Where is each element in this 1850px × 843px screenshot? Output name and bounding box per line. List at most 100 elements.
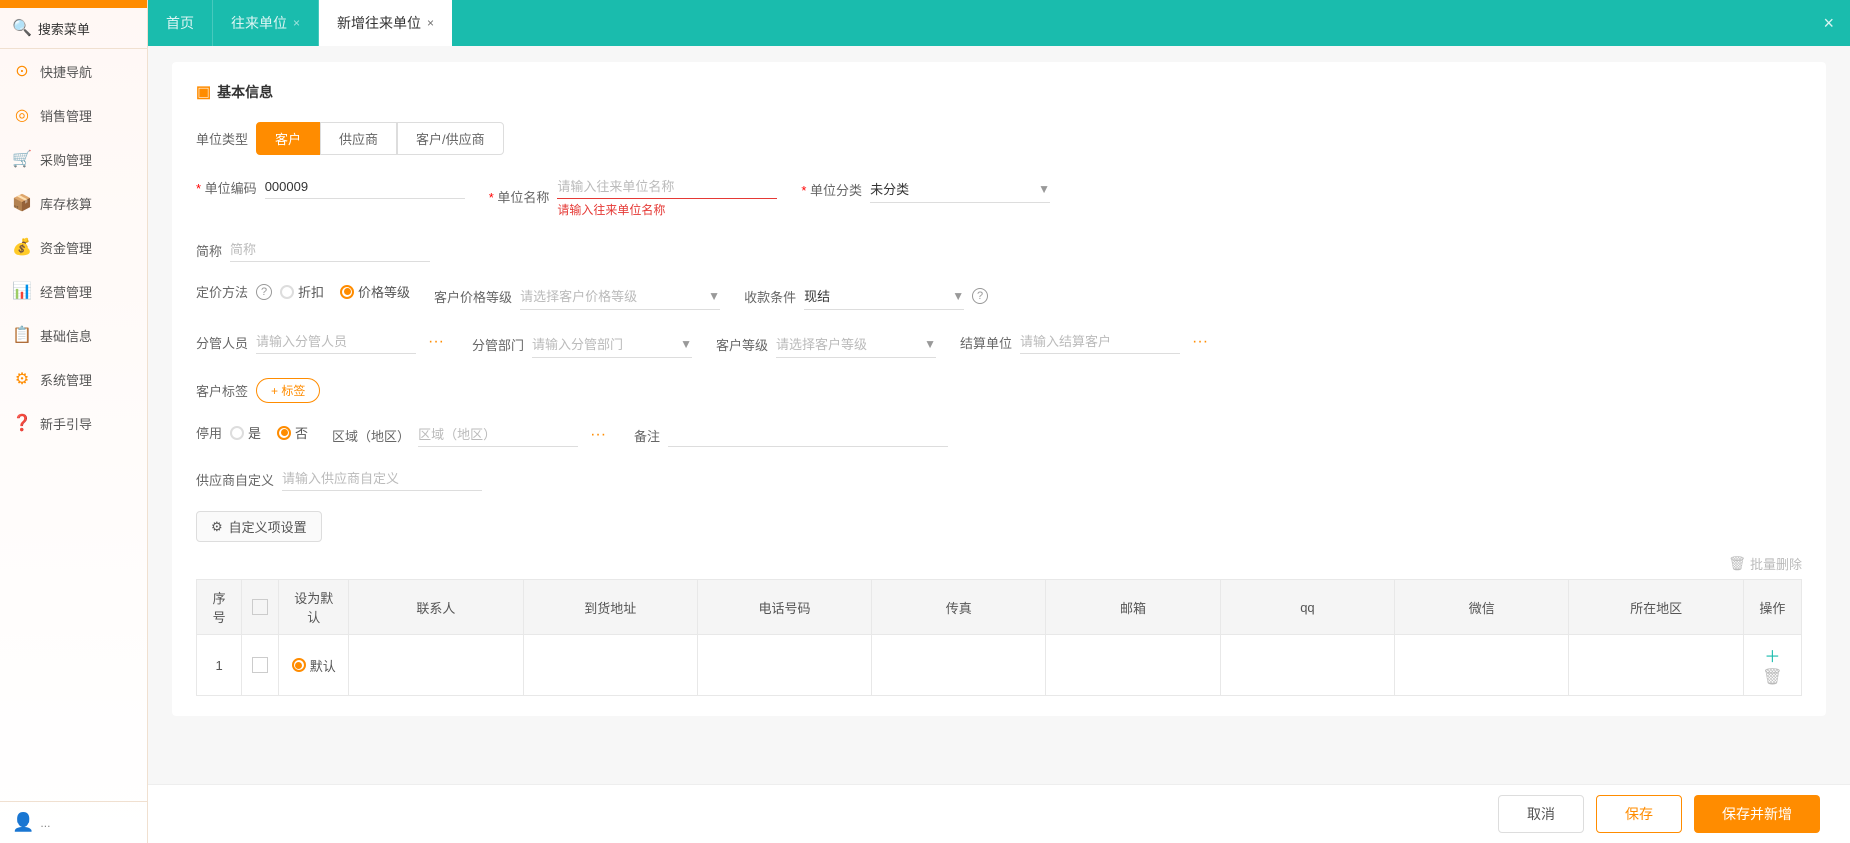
unit-type-supplier-btn[interactable]: 供应商 <box>320 122 397 155</box>
remark-input[interactable] <box>668 423 948 447</box>
payment-terms-select[interactable]: 现结 ▼ <box>804 282 964 310</box>
tab-new-partner[interactable]: 新增往来单位 × <box>319 0 452 46</box>
region-ellipsis[interactable]: ··· <box>586 426 610 444</box>
row-qq-input[interactable] <box>1231 658 1384 673</box>
customer-level-placeholder: 请选择客户等级 <box>776 334 867 353</box>
row-add-button[interactable]: ＋ <box>1764 649 1780 666</box>
pricing-method-radios: 折扣 价格等级 <box>280 282 410 301</box>
tabbar-close-button[interactable]: × <box>1807 0 1850 46</box>
header-checkbox[interactable] <box>252 599 268 615</box>
row-contact-input[interactable] <box>359 658 512 673</box>
section-title: ▣ 基本信息 <box>196 82 1802 102</box>
unit-code-input[interactable] <box>265 175 465 199</box>
short-name-field: 简称 <box>196 238 430 262</box>
pricing-level-circle <box>340 285 354 299</box>
short-name-row: 简称 <box>196 238 1802 262</box>
sidebar-item-inventory[interactable]: 📦 库存核算 <box>0 181 147 225</box>
add-tag-button[interactable]: + 标签 <box>256 378 320 403</box>
pricing-method-hint[interactable]: ? <box>256 284 272 300</box>
basic-info-card: ▣ 基本信息 单位类型 客户 供应商 客户/供应商 单位编码 <box>172 62 1826 716</box>
batch-delete-icon: 🗑 <box>1728 555 1746 572</box>
unit-category-select[interactable]: 未分类 ▼ <box>870 175 1050 203</box>
sidebar-item-label-operations: 经营管理 <box>40 282 92 301</box>
sidebar-item-quick-nav[interactable]: ⊙ 快捷导航 <box>0 49 147 93</box>
pricing-method-field: 定价方法 ? 折扣 价格等级 <box>196 282 410 301</box>
customer-tag-field: 客户标签 + 标签 <box>196 378 320 403</box>
sidebar-item-label-sales-mgmt: 销售管理 <box>40 106 92 125</box>
row-region-input[interactable] <box>1579 658 1732 673</box>
pricing-level-radio[interactable]: 价格等级 <box>340 282 410 301</box>
disabled-yes-radio[interactable]: 是 <box>230 423 261 442</box>
row-delete-button[interactable]: 🗑 <box>1762 669 1782 686</box>
cancel-button[interactable]: 取消 <box>1498 795 1584 833</box>
region-field: 区域（地区） ··· <box>332 423 610 447</box>
customer-level-select[interactable]: 请选择客户等级 ▼ <box>776 330 936 358</box>
settlement-unit-label: 结算单位 <box>960 333 1012 352</box>
pricing-discount-label: 折扣 <box>298 282 324 301</box>
row-email-input[interactable] <box>1056 658 1209 673</box>
supplier-custom-input[interactable] <box>282 467 482 491</box>
customer-price-level-field: 客户价格等级 请选择客户价格等级 ▼ <box>434 282 720 310</box>
row-address-input[interactable] <box>534 658 687 673</box>
short-name-label: 简称 <box>196 241 222 260</box>
custom-settings-button[interactable]: ⚙ 自定义项设置 <box>196 511 322 542</box>
tab-new-partner-close[interactable]: × <box>427 16 434 30</box>
row-email-cell <box>1046 635 1220 696</box>
settlement-unit-ellipsis[interactable]: ··· <box>1188 333 1212 351</box>
customer-price-level-label: 客户价格等级 <box>434 287 512 306</box>
inventory-icon: 📦 <box>12 193 32 213</box>
pricing-discount-radio[interactable]: 折扣 <box>280 282 324 301</box>
settlement-unit-input[interactable] <box>1020 330 1180 354</box>
payment-terms-label: 收款条件 <box>744 287 796 306</box>
department-select[interactable]: 请输入分管部门 ▼ <box>532 330 692 358</box>
sidebar-bottom-label: ... <box>40 816 50 830</box>
sidebar-item-finance[interactable]: 💰 资金管理 <box>0 225 147 269</box>
row-checkbox[interactable] <box>252 657 268 673</box>
row-wechat-input[interactable] <box>1405 658 1558 673</box>
disabled-row: 停用 是 否 区域（地区） ··· <box>196 423 1802 447</box>
finance-icon: 💰 <box>12 237 32 257</box>
tab-home[interactable]: 首页 <box>148 0 213 46</box>
manager-input[interactable] <box>256 330 416 354</box>
customer-price-level-select[interactable]: 请选择客户价格等级 ▼ <box>520 282 720 310</box>
department-placeholder: 请输入分管部门 <box>532 334 623 353</box>
unit-type-customer-btn[interactable]: 客户 <box>256 122 320 155</box>
sidebar-item-new-guide[interactable]: ❓ 新手引导 <box>0 401 147 445</box>
save-and-new-button[interactable]: 保存并新增 <box>1694 795 1820 833</box>
batch-delete-label[interactable]: 批量删除 <box>1750 554 1802 573</box>
row-default-radio[interactable]: 默认 <box>289 656 338 675</box>
sidebar-item-operations[interactable]: 📊 经营管理 <box>0 269 147 313</box>
payment-terms-hint[interactable]: ? <box>972 288 988 304</box>
sidebar-item-basic-info[interactable]: 📋 基础信息 <box>0 313 147 357</box>
department-label: 分管部门 <box>472 335 524 354</box>
col-region: 所在地区 <box>1569 580 1743 635</box>
region-input[interactable] <box>418 423 578 447</box>
sidebar-item-system-mgmt[interactable]: ⚙ 系统管理 <box>0 357 147 401</box>
row-action-cell: ＋ 🗑 <box>1743 635 1801 696</box>
supplier-custom-label: 供应商自定义 <box>196 470 274 489</box>
unit-type-both-btn[interactable]: 客户/供应商 <box>397 122 504 155</box>
manager-ellipsis[interactable]: ··· <box>424 333 448 351</box>
manager-label: 分管人员 <box>196 333 248 352</box>
region-label: 区域（地区） <box>332 426 410 445</box>
sidebar-bottom[interactable]: 👤 ... <box>0 801 147 843</box>
unit-name-input[interactable] <box>557 175 777 199</box>
tab-partner-list-close[interactable]: × <box>293 16 300 30</box>
sidebar-item-sales-mgmt[interactable]: ◎ 销售管理 <box>0 93 147 137</box>
content-area: ▣ 基本信息 单位类型 客户 供应商 客户/供应商 单位编码 <box>148 46 1850 843</box>
sidebar-search[interactable]: 🔍 搜索菜单 <box>0 8 147 49</box>
disabled-no-radio[interactable]: 否 <box>277 423 308 442</box>
row-phone-input[interactable] <box>708 658 861 673</box>
row-contact-cell <box>349 635 523 696</box>
tab-new-partner-label: 新增往来单位 <box>337 13 421 33</box>
short-name-input[interactable] <box>230 238 430 262</box>
col-contact: 联系人 <box>349 580 523 635</box>
sidebar-item-purchase-mgmt[interactable]: 🛒 采购管理 <box>0 137 147 181</box>
row-fax-input[interactable] <box>882 658 1035 673</box>
tab-partner-list-label: 往来单位 <box>231 13 287 33</box>
save-button[interactable]: 保存 <box>1596 795 1682 833</box>
tab-partner-list[interactable]: 往来单位 × <box>213 0 319 46</box>
disabled-field: 停用 是 否 <box>196 423 308 442</box>
remark-label: 备注 <box>634 426 660 445</box>
row-checkbox-cell <box>242 635 279 696</box>
